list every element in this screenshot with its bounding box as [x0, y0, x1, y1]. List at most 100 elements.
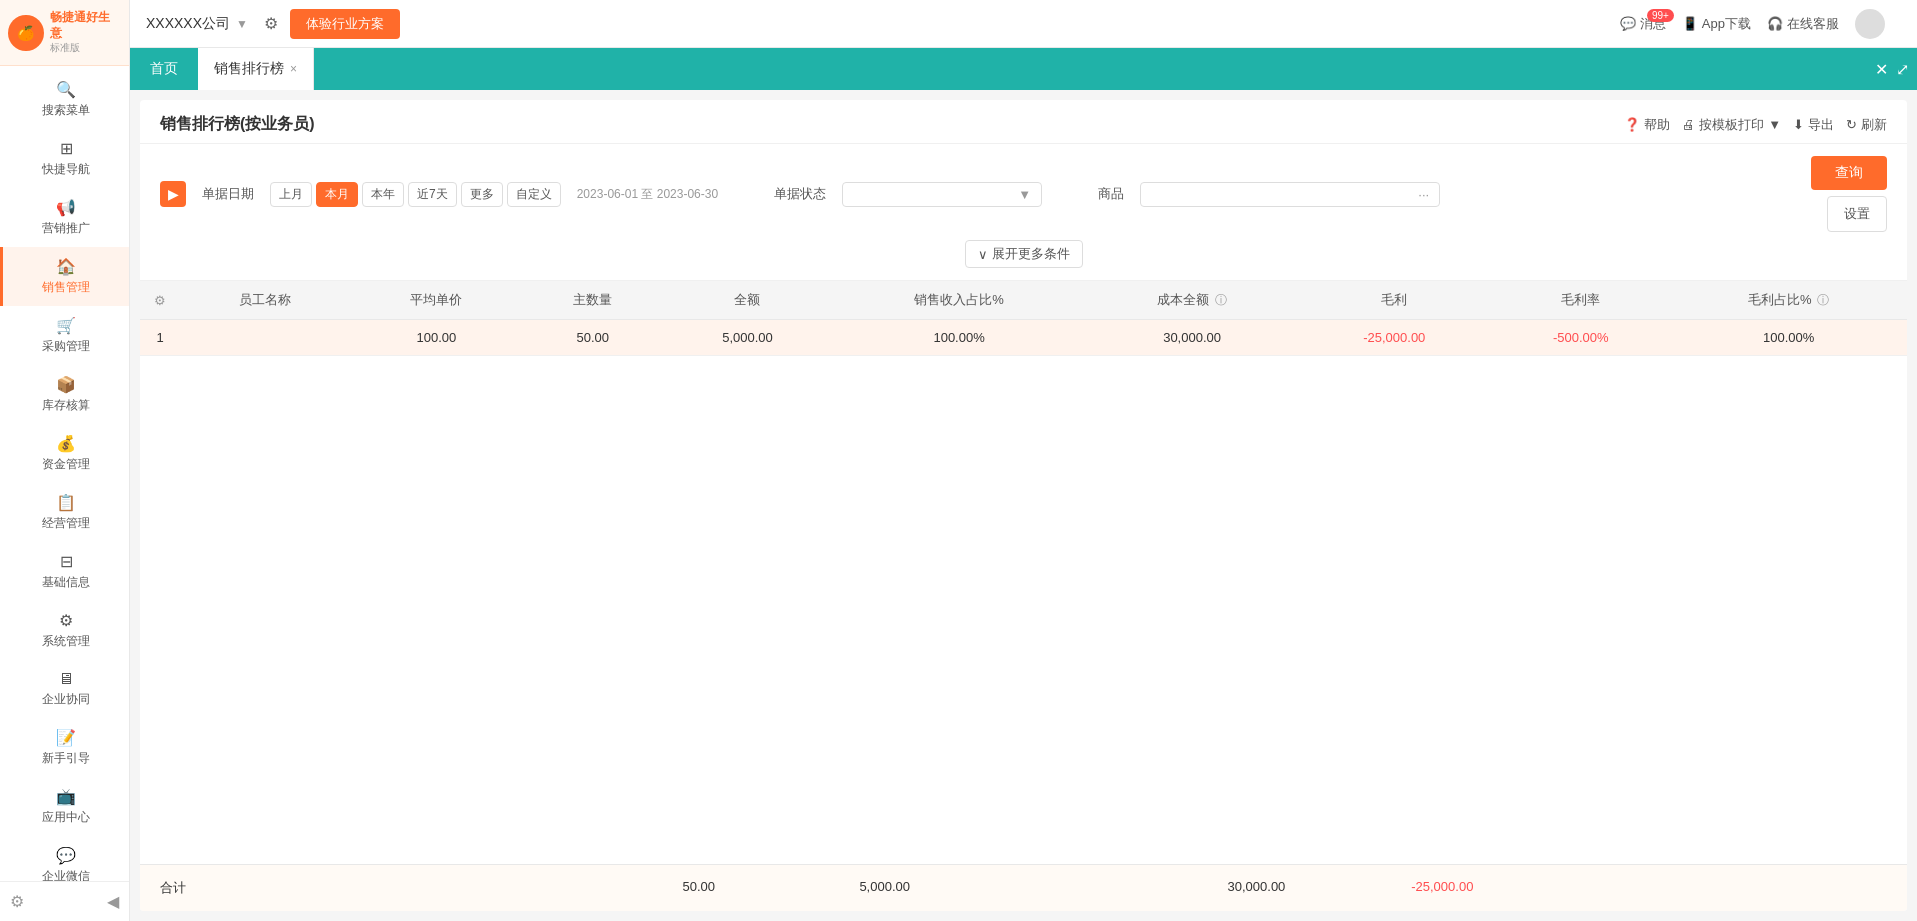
sidebar-item-sales[interactable]: 🏠 销售管理	[0, 247, 129, 306]
sidebar-item-label: 搜索菜单	[42, 102, 90, 119]
avatar	[1855, 9, 1885, 39]
company-selector[interactable]: XXXXXX公司 ▼	[146, 15, 248, 33]
help-btn[interactable]: ❓ 帮助	[1624, 116, 1670, 134]
footer-profit: -25,000.00	[1349, 875, 1535, 901]
content: 销售排行榜(按业务员) ❓ 帮助 🖨 按模板打印 ▼ ⬇ 导出	[130, 90, 1917, 921]
refresh-icon: ↻	[1846, 117, 1857, 132]
tab-sales-ranking[interactable]: 销售排行榜 ×	[198, 48, 314, 90]
info-icon[interactable]: ⓘ	[1215, 293, 1227, 307]
info-icon-2[interactable]: ⓘ	[1817, 293, 1829, 307]
trial-btn[interactable]: 体验行业方案	[290, 9, 400, 39]
sidebar-item-inventory[interactable]: 📦 库存核算	[0, 365, 129, 424]
col-sales-pct: 销售收入占比%	[831, 281, 1086, 320]
topbar-msg[interactable]: 💬 消息 99+	[1620, 15, 1666, 33]
wechat-icon: 💬	[56, 846, 76, 865]
filter-curr-month-btn[interactable]: 本月	[316, 182, 358, 207]
filter-row-1: ▶ 单据日期 上月 本月 本年 近7天 更多 自定义 2023-06-01 至 …	[160, 156, 1887, 232]
filter-status-label: 单据状态	[774, 185, 826, 203]
sidebar-item-purchase[interactable]: 🛒 采购管理	[0, 306, 129, 365]
topbar-service[interactable]: 🎧 在线客服	[1767, 15, 1839, 33]
purchase-icon: 🛒	[56, 316, 76, 335]
tabbar-actions: ✕ ⤢	[1867, 48, 1917, 90]
settings-btn[interactable]: 设置	[1827, 196, 1887, 232]
topbar-app[interactable]: 📱 App下载	[1682, 15, 1751, 33]
tab-home[interactable]: 首页	[130, 48, 198, 90]
inventory-icon: 📦	[56, 375, 76, 394]
sidebar-settings-icon[interactable]: ⚙	[10, 892, 24, 911]
col-amount: 全额	[664, 281, 832, 320]
filter-more-btn[interactable]: 更多	[461, 182, 503, 207]
filter-status-select[interactable]: ▼	[842, 182, 1042, 207]
filter-year-btn[interactable]: 本年	[362, 182, 404, 207]
cell-name	[180, 320, 351, 356]
refresh-btn[interactable]: ↻ 刷新	[1846, 116, 1887, 134]
sidebar-item-finance[interactable]: 💰 资金管理	[0, 424, 129, 483]
tab-close-icon[interactable]: ×	[290, 62, 297, 76]
filter-expand-icon[interactable]: ▶	[160, 181, 186, 207]
sidebar-item-label: 快捷导航	[42, 161, 90, 178]
table-row: 1 100.00 50.00 5,000.00 100.00% 30,000.0…	[140, 320, 1907, 356]
filter-date-label: 单据日期	[202, 185, 254, 203]
filter-7days-btn[interactable]: 近7天	[408, 182, 457, 207]
sidebar-item-collab[interactable]: 🖥 企业协同	[0, 660, 129, 718]
topbar: XXXXXX公司 ▼ ⚙ 体验行业方案 💬 消息 99+ 📱 App下载 🎧 在…	[130, 0, 1917, 48]
footer-cost-amount: 30,000.00	[1164, 875, 1350, 901]
footer-cells: 合计 50.00 5,000.00 30,000.00 -25,000.00	[140, 875, 1907, 901]
cell-profit-pct: 100.00%	[1670, 320, 1907, 356]
sidebar-item-label: 基础信息	[42, 574, 90, 591]
footer-qty: 50.00	[606, 875, 792, 901]
query-btn[interactable]: 查询	[1811, 156, 1887, 190]
sidebar-item-operations[interactable]: 📋 经营管理	[0, 483, 129, 542]
sidebar-item-label: 销售管理	[42, 279, 90, 296]
sidebar-item-search[interactable]: 🔍 搜索菜单	[0, 70, 129, 129]
logo-icon: 🍊	[8, 15, 44, 51]
sidebar-item-marketing[interactable]: 📢 营销推广	[0, 188, 129, 247]
filter-area: ▶ 单据日期 上月 本月 本年 近7天 更多 自定义 2023-06-01 至 …	[140, 144, 1907, 281]
cell-avg-price: 100.00	[351, 320, 522, 356]
cell-profit: -25,000.00	[1297, 320, 1491, 356]
filter-prev-month-btn[interactable]: 上月	[270, 182, 312, 207]
sidebar-item-apps[interactable]: 📺 应用中心	[0, 777, 129, 836]
sidebar-item-guide[interactable]: 📝 新手引导	[0, 718, 129, 777]
sidebar-item-label: 库存核算	[42, 397, 90, 414]
filter-goods-input[interactable]: ···	[1140, 182, 1440, 207]
filter-date-range: 2023-06-01 至 2023-06-30	[577, 186, 718, 203]
sidebar-item-basic[interactable]: ⊟ 基础信息	[0, 542, 129, 601]
sidebar-nav: 🔍 搜索菜单 ⊞ 快捷导航 📢 营销推广 🏠 销售管理 🛒 采购管理 📦 库存核…	[0, 66, 129, 881]
tabbar-expand-btn[interactable]: ⤢	[1896, 60, 1909, 79]
print-arrow-icon: ▼	[1768, 117, 1781, 132]
company-arrow-icon: ▼	[236, 17, 248, 31]
sidebar-item-wechat[interactable]: 💬 企业微信	[0, 836, 129, 881]
print-btn[interactable]: 🖨 按模板打印 ▼	[1682, 116, 1781, 134]
sidebar-logo: 🍊 畅捷通好生意 标准版	[0, 0, 129, 66]
col-profit-pct: 毛利占比% ⓘ	[1670, 281, 1907, 320]
search-icon: 🔍	[56, 80, 76, 99]
filter-date-btns: 上月 本月 本年 近7天 更多 自定义	[270, 182, 561, 207]
service-label: 在线客服	[1787, 15, 1839, 33]
footer-sales-pct	[978, 875, 1164, 901]
apps-icon: 📺	[56, 787, 76, 806]
filter-goods-label: 商品	[1098, 185, 1124, 203]
expand-more-btn[interactable]: ∨ 展开更多条件	[965, 240, 1083, 268]
footer-avg-price	[420, 875, 606, 901]
sidebar-item-label: 应用中心	[42, 809, 90, 826]
gear-icon[interactable]: ⚙	[154, 293, 166, 308]
sidebar-item-system[interactable]: ⚙ 系统管理	[0, 601, 129, 660]
help-icon: ❓	[1624, 117, 1640, 132]
filter-goods-more-icon[interactable]: ···	[1418, 187, 1429, 202]
shortcut-icon: ⊞	[60, 139, 73, 158]
msg-icon: 💬	[1620, 16, 1636, 31]
sidebar-bottom: ⚙ ◀	[0, 881, 129, 921]
col-gear: ⚙	[140, 281, 180, 320]
table-wrapper: ⚙ 员工名称 平均单价 主数量 全额 销售收入占比% 成本全额 ⓘ 毛利	[140, 281, 1907, 864]
sidebar-collapse-icon[interactable]: ◀	[107, 892, 119, 911]
marketing-icon: 📢	[56, 198, 76, 217]
filter-custom-btn[interactable]: 自定义	[507, 182, 561, 207]
cell-sales-pct: 100.00%	[831, 320, 1086, 356]
sidebar-item-label: 企业微信	[42, 868, 90, 881]
tabbar-close-btn[interactable]: ✕	[1875, 60, 1888, 79]
sidebar-item-shortcut[interactable]: ⊞ 快捷导航	[0, 129, 129, 188]
content-inner: 销售排行榜(按业务员) ❓ 帮助 🖨 按模板打印 ▼ ⬇ 导出	[140, 100, 1907, 911]
topbar-gear-icon[interactable]: ⚙	[264, 14, 278, 33]
export-btn[interactable]: ⬇ 导出	[1793, 116, 1834, 134]
